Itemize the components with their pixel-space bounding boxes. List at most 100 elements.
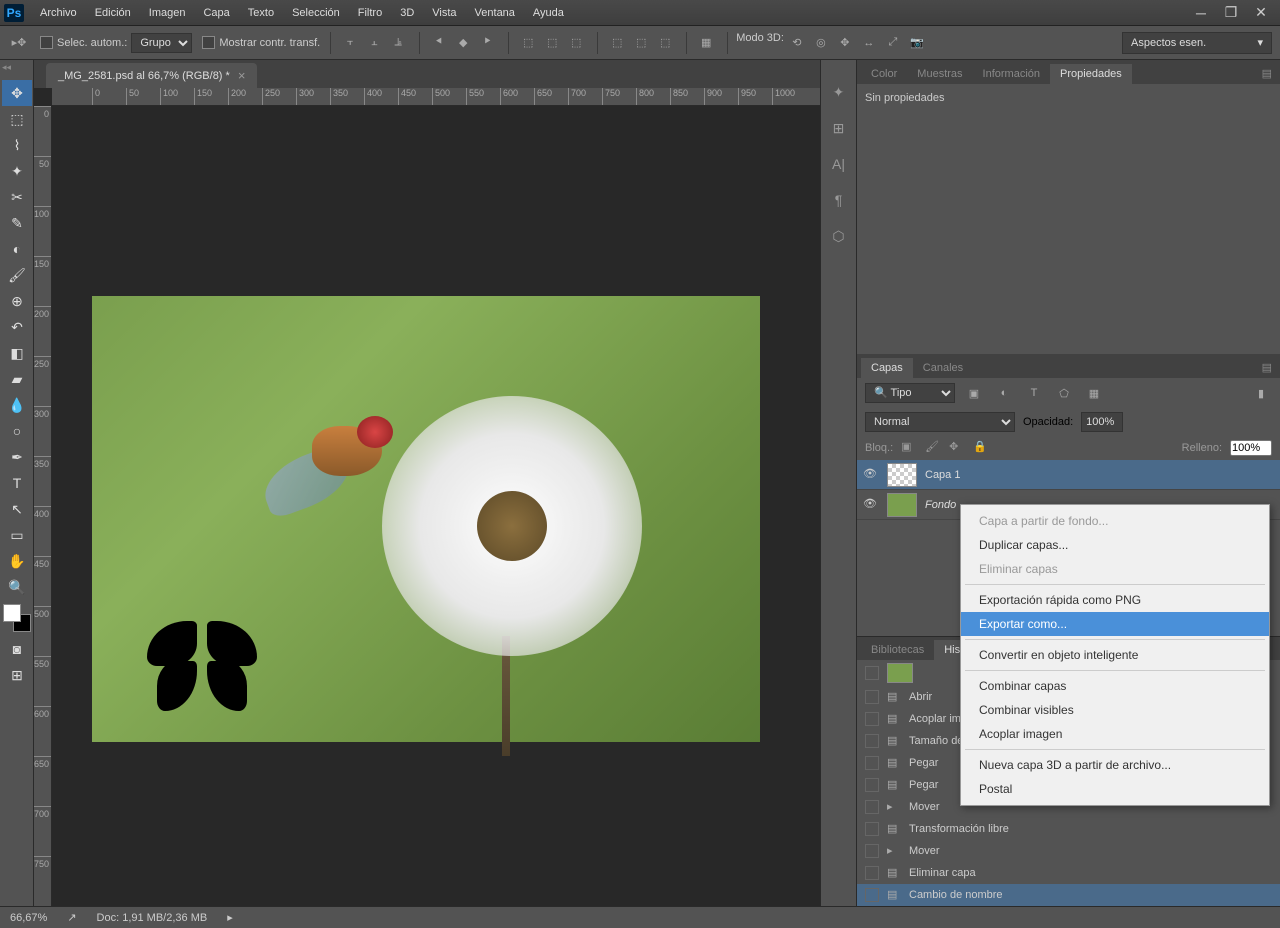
tab-propiedades[interactable]: Propiedades <box>1050 64 1132 84</box>
menu-item[interactable]: Convertir en objeto inteligente <box>961 643 1269 667</box>
history-check[interactable] <box>865 712 879 726</box>
lock-all-icon[interactable]: 🔒 <box>973 440 989 456</box>
filter-toggle[interactable]: ▮ <box>1250 382 1272 404</box>
align-vcenter-icon[interactable]: ⫠ <box>363 32 385 54</box>
lock-brush-icon[interactable]: 🖌 <box>925 440 941 456</box>
close-button[interactable]: ✕ <box>1246 2 1276 24</box>
menu-vista[interactable]: Vista <box>424 4 464 22</box>
filter-type-icon[interactable]: T <box>1023 382 1045 404</box>
stamp-tool[interactable]: ⊕ <box>2 288 32 314</box>
eyedropper-tool[interactable]: ✎ <box>2 210 32 236</box>
auto-select-dropdown[interactable]: Grupo <box>131 33 192 53</box>
menu-capa[interactable]: Capa <box>195 4 237 22</box>
blur-tool[interactable]: 💧 <box>2 392 32 418</box>
history-item[interactable]: ▸Mover <box>857 840 1280 862</box>
magic-wand-tool[interactable]: ✦ <box>2 158 32 184</box>
menu-3d[interactable]: 3D <box>392 4 422 22</box>
crop-tool[interactable]: ✂ <box>2 184 32 210</box>
document-tab[interactable]: _MG_2581.psd al 66,7% (RGB/8) * × <box>46 63 257 88</box>
menu-archivo[interactable]: Archivo <box>32 4 85 22</box>
menu-selección[interactable]: Selección <box>284 4 348 22</box>
history-check[interactable] <box>865 800 879 814</box>
align-hcenter-icon[interactable]: ◆ <box>452 32 474 54</box>
character-icon[interactable]: A| <box>827 152 851 176</box>
brush-tool[interactable]: 🖌 <box>2 262 32 288</box>
3d-scale-icon[interactable]: ⤢ <box>882 32 904 54</box>
layer-name[interactable]: Fondo <box>925 499 956 511</box>
menu-ventana[interactable]: Ventana <box>467 4 523 22</box>
hand-tool[interactable]: ✋ <box>2 548 32 574</box>
history-check[interactable] <box>865 866 879 880</box>
lock-pixels-icon[interactable]: ▣ <box>901 440 917 456</box>
move-tool[interactable]: ✥ <box>2 80 32 106</box>
history-item[interactable]: ▤Eliminar capa <box>857 862 1280 884</box>
gradient-tool[interactable]: ▰ <box>2 366 32 392</box>
history-item[interactable]: ▤Transformación libre <box>857 818 1280 840</box>
layer-filter-dropdown[interactable]: 🔍 Tipo <box>865 383 955 403</box>
fill-input[interactable] <box>1230 440 1272 456</box>
zoom-tool[interactable]: 🔍 <box>2 574 32 600</box>
history-check[interactable] <box>865 844 879 858</box>
tab-muestras[interactable]: Muestras <box>907 64 972 84</box>
tab-información[interactable]: Información <box>973 64 1050 84</box>
menu-imagen[interactable]: Imagen <box>141 4 194 22</box>
workspace-dropdown[interactable]: Aspectos esen.▾ <box>1122 32 1272 54</box>
filter-adjust-icon[interactable]: ◐ <box>993 382 1015 404</box>
lasso-tool[interactable]: ⌇ <box>2 132 32 158</box>
move-tool-icon[interactable]: ▸✥ <box>8 32 30 54</box>
history-check[interactable] <box>865 778 879 792</box>
toolbox-collapse-icon[interactable]: ◂◂ <box>2 62 11 73</box>
menu-texto[interactable]: Texto <box>240 4 282 22</box>
menu-item[interactable]: Combinar visibles <box>961 698 1269 722</box>
menu-item[interactable]: Combinar capas <box>961 674 1269 698</box>
3d-icon[interactable]: ⬡ <box>827 224 851 248</box>
filter-shape-icon[interactable]: ⬠ <box>1053 382 1075 404</box>
menu-item[interactable]: Exportación rápida como PNG <box>961 588 1269 612</box>
quickmask-tool[interactable]: ◙ <box>2 636 32 662</box>
color-swatches[interactable] <box>3 604 31 632</box>
visibility-icon[interactable]: 👁 <box>863 467 879 483</box>
auto-select-checkbox[interactable] <box>40 36 53 49</box>
3d-orbit-icon[interactable]: ⟲ <box>786 32 808 54</box>
auto-align-icon[interactable]: ▦ <box>695 32 717 54</box>
filter-smart-icon[interactable]: ▦ <box>1083 382 1105 404</box>
3d-pan-icon[interactable]: ✥ <box>834 32 856 54</box>
filter-image-icon[interactable]: ▣ <box>963 382 985 404</box>
menu-edición[interactable]: Edición <box>87 4 139 22</box>
healing-tool[interactable]: ◐ <box>2 236 32 262</box>
menu-item[interactable]: Exportar como... <box>961 612 1269 636</box>
tab-capas[interactable]: Capas <box>861 358 913 378</box>
menu-filtro[interactable]: Filtro <box>350 4 390 22</box>
paragraph-icon[interactable]: ¶ <box>827 188 851 212</box>
screenmode-tool[interactable]: ⊞ <box>2 662 32 688</box>
dist-1-icon[interactable]: ⬚ <box>517 32 539 54</box>
lock-position-icon[interactable]: ✥ <box>949 440 965 456</box>
tab-canales[interactable]: Canales <box>913 358 973 378</box>
layer-thumb[interactable] <box>887 463 917 487</box>
pen-tool[interactable]: ✒ <box>2 444 32 470</box>
panel-menu-icon[interactable]: ▤ <box>1258 357 1276 378</box>
type-tool[interactable]: T <box>2 470 32 496</box>
history-check[interactable] <box>865 756 879 770</box>
blend-mode-dropdown[interactable]: Normal <box>865 412 1015 432</box>
path-tool[interactable]: ↖ <box>2 496 32 522</box>
panel-menu-icon[interactable]: ▤ <box>1258 63 1276 84</box>
align-top-icon[interactable]: ⫟ <box>339 32 361 54</box>
marquee-tool[interactable]: ⬚ <box>2 106 32 132</box>
align-right-icon[interactable]: ⯈ <box>476 32 498 54</box>
eraser-tool[interactable]: ◧ <box>2 340 32 366</box>
history-brush-tool[interactable]: ↶ <box>2 314 32 340</box>
minimize-button[interactable]: ─ <box>1186 2 1216 24</box>
history-check[interactable] <box>865 666 879 680</box>
align-left-icon[interactable]: ⯇ <box>428 32 450 54</box>
history-check[interactable] <box>865 822 879 836</box>
history-check[interactable] <box>865 734 879 748</box>
dist-4-icon[interactable]: ⬚ <box>606 32 628 54</box>
dodge-tool[interactable]: ○ <box>2 418 32 444</box>
histogram-icon[interactable]: ✦ <box>827 80 851 104</box>
canvas[interactable] <box>52 106 820 906</box>
opacity-input[interactable] <box>1081 412 1123 432</box>
dist-2-icon[interactable]: ⬚ <box>541 32 563 54</box>
history-check[interactable] <box>865 690 879 704</box>
show-transform-checkbox[interactable] <box>202 36 215 49</box>
